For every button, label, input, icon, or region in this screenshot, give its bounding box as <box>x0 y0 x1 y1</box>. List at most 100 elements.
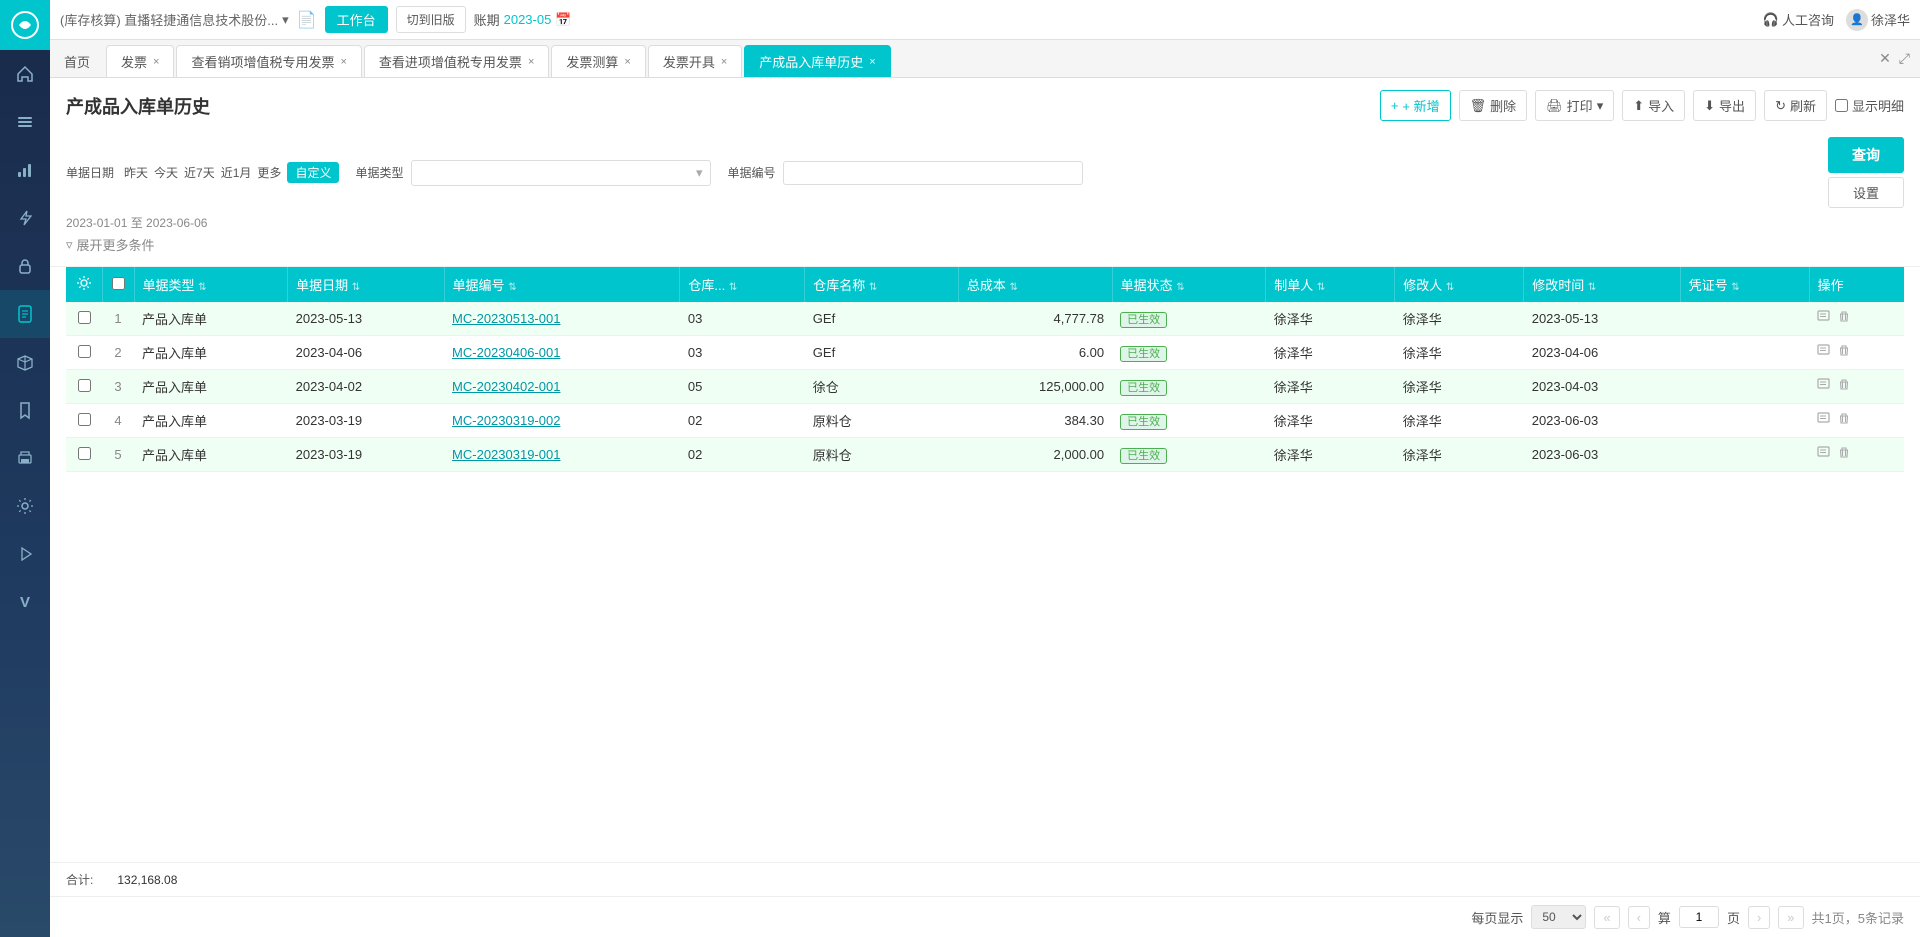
date-last7[interactable]: 近7天 <box>184 164 215 181</box>
tab-purchase-vat[interactable]: 查看进项增值税专用发票 × <box>364 45 549 77</box>
next-page-button[interactable]: › <box>1748 906 1770 929</box>
tab-calc[interactable]: 发票测算 × <box>551 45 645 77</box>
tab-close-all[interactable]: ✕ <box>1879 50 1891 67</box>
query-button[interactable]: 查询 <box>1828 137 1904 173</box>
import-icon: ⬆ <box>1633 98 1644 114</box>
sidebar-item-print[interactable] <box>0 434 50 482</box>
service-label[interactable]: 🎧 人工咨询 <box>1763 10 1834 29</box>
col-warehouse-code[interactable]: 仓库... ⇅ <box>680 267 805 302</box>
col-settings[interactable] <box>66 267 102 302</box>
date-today[interactable]: 今天 <box>154 164 178 181</box>
row-edit-icon[interactable] <box>1817 446 1831 463</box>
row-no-link[interactable]: MC-20230402-001 <box>452 379 560 394</box>
sidebar-item-doc[interactable] <box>0 290 50 338</box>
row-checkbox[interactable] <box>78 311 91 324</box>
col-status[interactable]: 单据状态 ⇅ <box>1112 267 1266 302</box>
switch-button[interactable]: 切到旧版 <box>396 6 466 33</box>
workbench-button[interactable]: 工作台 <box>325 6 388 33</box>
show-detail-checkbox[interactable]: 显示明细 <box>1835 96 1904 115</box>
tab-sales-vat[interactable]: 查看销项增值税专用发票 × <box>176 45 361 77</box>
row-checkbox[interactable] <box>78 413 91 426</box>
doc-no-input[interactable] <box>783 161 1083 185</box>
sidebar-item-play[interactable] <box>0 530 50 578</box>
refresh-button[interactable]: ↻ 刷新 <box>1764 90 1827 121</box>
show-detail-input[interactable] <box>1835 99 1848 112</box>
row-checkbox[interactable] <box>78 379 91 392</box>
export-button[interactable]: ⬇ 导出 <box>1693 90 1756 121</box>
import-button[interactable]: ⬆ 导入 <box>1622 90 1685 121</box>
sidebar-item-home[interactable] <box>0 50 50 98</box>
first-page-button[interactable]: « <box>1594 906 1619 929</box>
row-modifier: 徐泽华 <box>1395 404 1524 438</box>
date-yesterday[interactable]: 昨天 <box>124 164 148 181</box>
col-creator[interactable]: 制单人 ⇅ <box>1266 267 1395 302</box>
date-custom[interactable]: 自定义 <box>287 162 339 183</box>
row-no-link[interactable]: MC-20230406-001 <box>452 345 560 360</box>
date-more[interactable]: 更多 <box>257 164 281 181</box>
dropdown-icon[interactable]: ▾ <box>282 12 289 28</box>
row-no-link[interactable]: MC-20230319-001 <box>452 447 560 462</box>
sidebar-item-lock[interactable] <box>0 242 50 290</box>
col-modifier[interactable]: 修改人 ⇅ <box>1395 267 1524 302</box>
tab-invoice[interactable]: 发票 × <box>106 45 174 77</box>
sidebar-item-box[interactable] <box>0 338 50 386</box>
tab-purchase-vat-close[interactable]: × <box>528 56 534 68</box>
row-modify-time: 2023-06-03 <box>1524 404 1680 438</box>
row-checkbox[interactable] <box>78 345 91 358</box>
expand-more-btn[interactable]: ▿ 展开更多条件 <box>66 235 1904 254</box>
col-voucher[interactable]: 凭证号 ⇅ <box>1680 267 1809 302</box>
per-page-select[interactable]: 50 100 200 <box>1531 905 1586 929</box>
tab-sales-vat-close[interactable]: × <box>340 56 346 68</box>
sidebar-item-menu[interactable] <box>0 98 50 146</box>
select-all-checkbox[interactable] <box>112 277 125 290</box>
col-modify-time[interactable]: 修改时间 ⇅ <box>1524 267 1680 302</box>
print-button[interactable]: 🖨 打印 ▾ <box>1535 90 1614 121</box>
row-delete-icon[interactable] <box>1837 446 1851 463</box>
row-delete-icon[interactable] <box>1837 344 1851 361</box>
tab-home[interactable]: 首页 <box>50 45 104 77</box>
col-warehouse-name[interactable]: 仓库名称 ⇅ <box>805 267 959 302</box>
tab-expand[interactable]: ⤢ <box>1899 50 1910 67</box>
doc-type-select[interactable]: ▾ <box>411 160 711 186</box>
calendar-icon[interactable]: 📅 <box>555 12 571 28</box>
sidebar-item-gear[interactable] <box>0 482 50 530</box>
row-checkbox[interactable] <box>78 447 91 460</box>
row-delete-icon[interactable] <box>1837 310 1851 327</box>
tab-issue-close[interactable]: × <box>721 56 727 68</box>
tab-product-history[interactable]: 产成品入库单历史 × <box>744 45 890 77</box>
page-input[interactable] <box>1679 906 1719 928</box>
row-creator: 徐泽华 <box>1266 438 1395 472</box>
col-warehouse-name-label: 仓库名称 <box>813 278 865 293</box>
tab-calc-close[interactable]: × <box>624 56 630 68</box>
sidebar-item-v[interactable]: V <box>0 578 50 626</box>
row-num-cell: 2 <box>102 336 134 370</box>
row-edit-icon[interactable] <box>1817 310 1831 327</box>
col-type[interactable]: 单据类型 ⇅ <box>134 267 288 302</box>
col-cost[interactable]: 总成本 ⇅ <box>958 267 1112 302</box>
prev-page-button[interactable]: ‹ <box>1628 906 1650 929</box>
new-button[interactable]: + + 新增 <box>1380 90 1451 121</box>
page-header: 产成品入库单历史 + + 新增 🗑 删除 🖨 打印 ▾ ⬆ 导入 <box>50 78 1920 129</box>
col-checkbox[interactable] <box>102 267 134 302</box>
user-area[interactable]: 👤 徐泽华 <box>1846 9 1910 31</box>
sidebar-item-chart[interactable] <box>0 146 50 194</box>
sidebar-item-flash[interactable] <box>0 194 50 242</box>
row-creator: 徐泽华 <box>1266 336 1395 370</box>
tab-product-history-close[interactable]: × <box>869 56 875 68</box>
row-delete-icon[interactable] <box>1837 412 1851 429</box>
tab-issue[interactable]: 发票开具 × <box>648 45 742 77</box>
row-edit-icon[interactable] <box>1817 412 1831 429</box>
row-delete-icon[interactable] <box>1837 378 1851 395</box>
date-last-month[interactable]: 近1月 <box>221 164 252 181</box>
col-date[interactable]: 单据日期 ⇅ <box>288 267 444 302</box>
tab-invoice-close[interactable]: × <box>153 56 159 68</box>
delete-button[interactable]: 🗑 删除 <box>1459 90 1528 121</box>
sidebar-item-bookmark[interactable] <box>0 386 50 434</box>
row-edit-icon[interactable] <box>1817 378 1831 395</box>
last-page-button[interactable]: » <box>1778 906 1803 929</box>
col-no[interactable]: 单据编号 ⇅ <box>444 267 680 302</box>
row-no-link[interactable]: MC-20230513-001 <box>452 311 560 326</box>
settings-button[interactable]: 设置 <box>1828 177 1904 208</box>
row-no-link[interactable]: MC-20230319-002 <box>452 413 560 428</box>
row-edit-icon[interactable] <box>1817 344 1831 361</box>
